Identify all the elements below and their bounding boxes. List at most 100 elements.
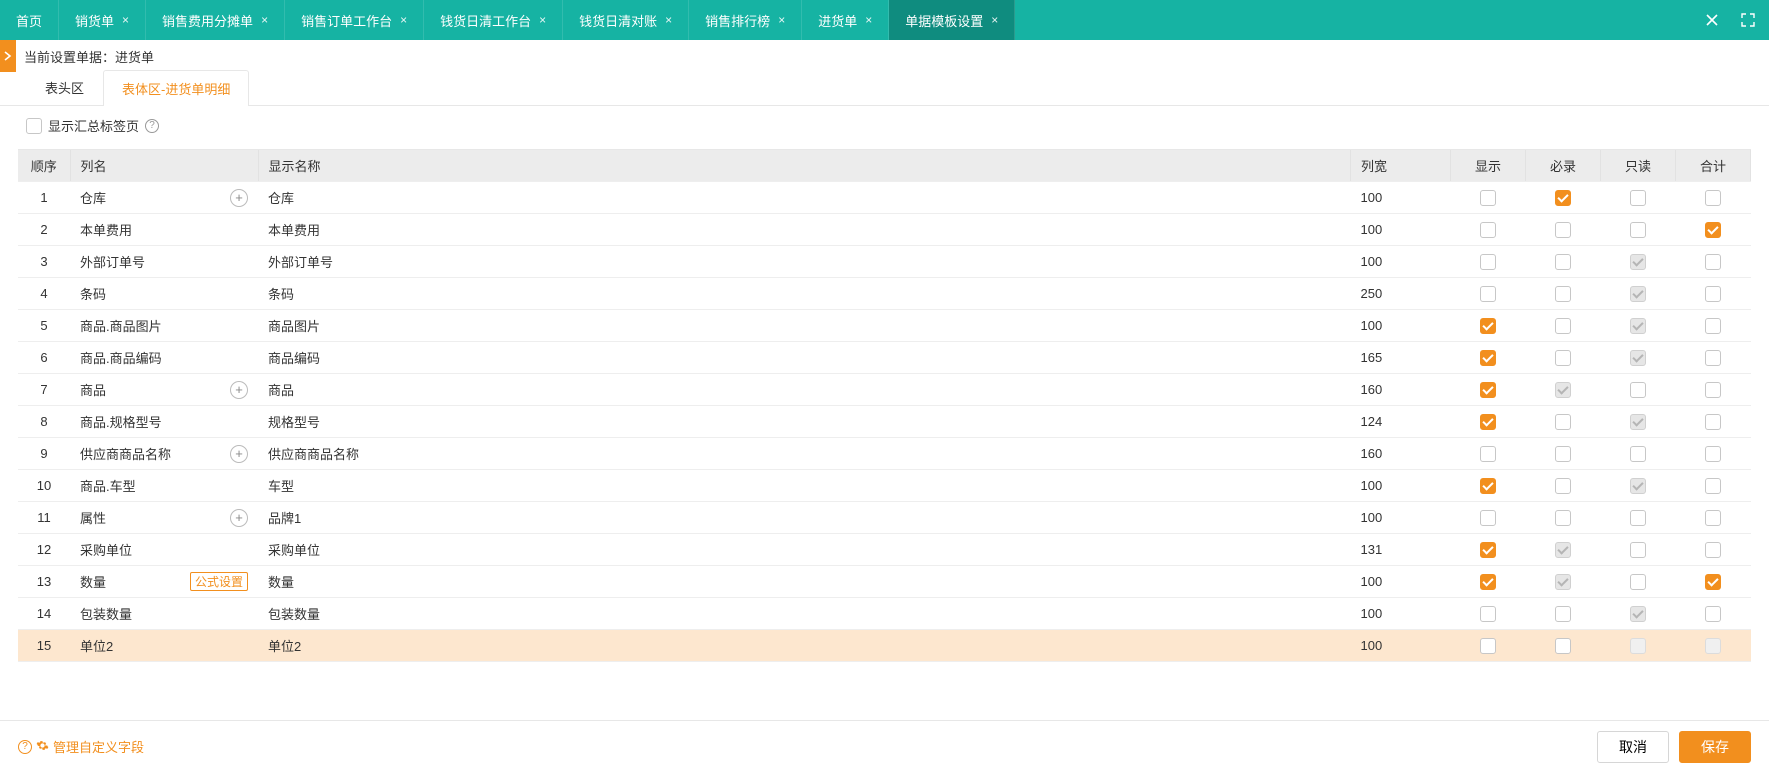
help-icon[interactable]: ? xyxy=(145,119,159,133)
top-tab[interactable]: 钱货日清工作台× xyxy=(424,0,563,40)
show-summary-checkbox[interactable] xyxy=(26,118,42,134)
add-icon[interactable]: + xyxy=(230,381,248,399)
cell-display-name[interactable]: 规格型号 xyxy=(258,406,1351,438)
readonly-checkbox[interactable] xyxy=(1630,542,1646,558)
show-checkbox[interactable] xyxy=(1480,446,1496,462)
table-row[interactable]: 11属性+品牌1100 xyxy=(18,502,1751,534)
required-checkbox[interactable] xyxy=(1555,606,1571,622)
readonly-checkbox[interactable] xyxy=(1630,190,1646,206)
cell-display-name[interactable]: 商品 xyxy=(258,374,1351,406)
close-icon[interactable]: × xyxy=(122,13,129,27)
sum-checkbox[interactable] xyxy=(1705,222,1721,238)
formula-settings-badge[interactable]: 公式设置 xyxy=(190,572,248,591)
table-row[interactable]: 2本单费用本单费用100 xyxy=(18,214,1751,246)
top-tab[interactable]: 首页 xyxy=(0,0,59,40)
cell-width[interactable]: 160 xyxy=(1351,374,1451,406)
cell-width[interactable]: 165 xyxy=(1351,342,1451,374)
show-checkbox[interactable] xyxy=(1480,478,1496,494)
show-checkbox[interactable] xyxy=(1480,638,1496,654)
required-checkbox[interactable] xyxy=(1555,190,1571,206)
manage-custom-fields-link[interactable]: 管理自定义字段 xyxy=(53,737,144,756)
table-row[interactable]: 7商品+商品160 xyxy=(18,374,1751,406)
show-checkbox[interactable] xyxy=(1480,318,1496,334)
close-all-icon[interactable] xyxy=(1699,7,1725,33)
table-scroll-area[interactable]: 顺序 列名 显示名称 列宽 显示 必录 只读 合计 1仓库+仓库1002本单费用… xyxy=(18,149,1751,720)
show-checkbox[interactable] xyxy=(1480,286,1496,302)
show-checkbox[interactable] xyxy=(1480,254,1496,270)
cell-display-name[interactable]: 数量 xyxy=(258,566,1351,598)
cell-display-name[interactable]: 包装数量 xyxy=(258,598,1351,630)
table-row[interactable]: 8商品.规格型号规格型号124 xyxy=(18,406,1751,438)
cell-width[interactable]: 160 xyxy=(1351,438,1451,470)
show-checkbox[interactable] xyxy=(1480,574,1496,590)
close-icon[interactable]: × xyxy=(539,13,546,27)
close-icon[interactable]: × xyxy=(778,13,785,27)
show-checkbox[interactable] xyxy=(1480,222,1496,238)
table-row[interactable]: 15单位2单位2100 xyxy=(18,630,1751,662)
table-row[interactable]: 12采购单位采购单位131 xyxy=(18,534,1751,566)
cell-display-name[interactable]: 外部订单号 xyxy=(258,246,1351,278)
cell-display-name[interactable]: 条码 xyxy=(258,278,1351,310)
sum-checkbox[interactable] xyxy=(1705,382,1721,398)
readonly-checkbox[interactable] xyxy=(1630,446,1646,462)
table-row[interactable]: 1仓库+仓库100 xyxy=(18,182,1751,214)
close-icon[interactable]: × xyxy=(665,13,672,27)
save-button[interactable]: 保存 xyxy=(1679,731,1751,763)
cell-width[interactable]: 100 xyxy=(1351,598,1451,630)
cell-width[interactable]: 100 xyxy=(1351,566,1451,598)
cell-display-name[interactable]: 商品图片 xyxy=(258,310,1351,342)
table-row[interactable]: 13数量公式设置数量100 xyxy=(18,566,1751,598)
required-checkbox[interactable] xyxy=(1555,638,1571,654)
show-checkbox[interactable] xyxy=(1480,542,1496,558)
add-icon[interactable]: + xyxy=(230,189,248,207)
required-checkbox[interactable] xyxy=(1555,478,1571,494)
sum-checkbox[interactable] xyxy=(1705,446,1721,462)
cell-width[interactable]: 100 xyxy=(1351,630,1451,662)
show-checkbox[interactable] xyxy=(1480,350,1496,366)
close-icon[interactable]: × xyxy=(991,13,998,27)
top-tab[interactable]: 销售费用分摊单× xyxy=(146,0,285,40)
sum-checkbox[interactable] xyxy=(1705,254,1721,270)
cell-display-name[interactable]: 车型 xyxy=(258,470,1351,502)
top-tab[interactable]: 钱货日清对账× xyxy=(563,0,689,40)
cell-display-name[interactable]: 仓库 xyxy=(258,182,1351,214)
sum-checkbox[interactable] xyxy=(1705,414,1721,430)
cell-width[interactable]: 124 xyxy=(1351,406,1451,438)
cell-display-name[interactable]: 采购单位 xyxy=(258,534,1351,566)
help-icon[interactable]: ? xyxy=(18,740,32,754)
add-icon[interactable]: + xyxy=(230,445,248,463)
top-tab[interactable]: 销售订单工作台× xyxy=(285,0,424,40)
cell-display-name[interactable]: 单位2 xyxy=(258,630,1351,662)
top-tab[interactable]: 单据模板设置× xyxy=(889,0,1015,40)
fullscreen-icon[interactable] xyxy=(1735,7,1761,33)
table-row[interactable]: 4条码条码250 xyxy=(18,278,1751,310)
sub-tab[interactable]: 表头区 xyxy=(26,69,103,105)
table-row[interactable]: 6商品.商品编码商品编码165 xyxy=(18,342,1751,374)
cell-width[interactable]: 100 xyxy=(1351,502,1451,534)
required-checkbox[interactable] xyxy=(1555,446,1571,462)
sum-checkbox[interactable] xyxy=(1705,606,1721,622)
show-checkbox[interactable] xyxy=(1480,606,1496,622)
cell-display-name[interactable]: 供应商商品名称 xyxy=(258,438,1351,470)
readonly-checkbox[interactable] xyxy=(1630,574,1646,590)
required-checkbox[interactable] xyxy=(1555,350,1571,366)
required-checkbox[interactable] xyxy=(1555,254,1571,270)
cell-width[interactable]: 100 xyxy=(1351,246,1451,278)
table-row[interactable]: 9供应商商品名称+供应商商品名称160 xyxy=(18,438,1751,470)
add-icon[interactable]: + xyxy=(230,509,248,527)
top-tab[interactable]: 销售排行榜× xyxy=(689,0,802,40)
show-checkbox[interactable] xyxy=(1480,190,1496,206)
close-icon[interactable]: × xyxy=(400,13,407,27)
show-checkbox[interactable] xyxy=(1480,382,1496,398)
required-checkbox[interactable] xyxy=(1555,286,1571,302)
readonly-checkbox[interactable] xyxy=(1630,510,1646,526)
close-icon[interactable]: × xyxy=(261,13,268,27)
top-tab[interactable]: 进货单× xyxy=(802,0,889,40)
required-checkbox[interactable] xyxy=(1555,318,1571,334)
show-checkbox[interactable] xyxy=(1480,414,1496,430)
sum-checkbox[interactable] xyxy=(1705,478,1721,494)
expand-icon[interactable] xyxy=(0,40,16,72)
cell-width[interactable]: 100 xyxy=(1351,182,1451,214)
sum-checkbox[interactable] xyxy=(1705,574,1721,590)
cell-display-name[interactable]: 本单费用 xyxy=(258,214,1351,246)
